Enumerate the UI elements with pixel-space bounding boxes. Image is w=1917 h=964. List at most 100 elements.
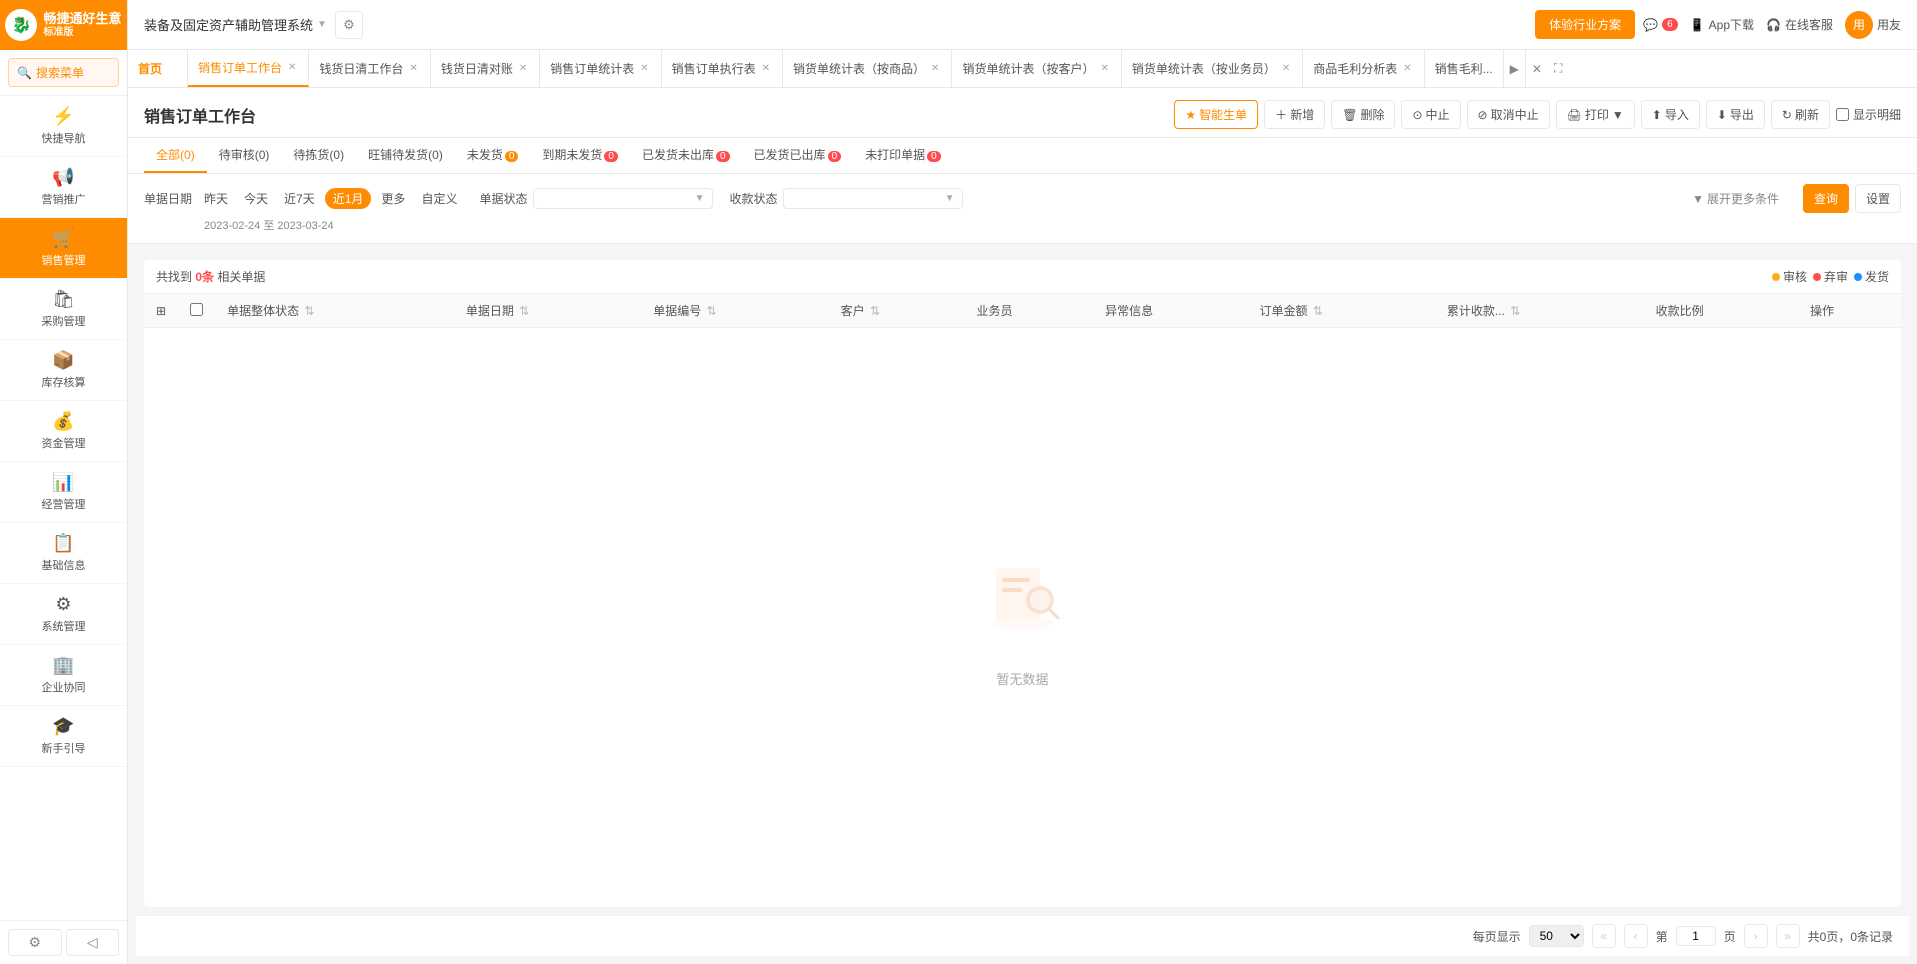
shipped-out-badge: 0	[828, 151, 842, 162]
sort-icon[interactable]: ⇅	[1510, 304, 1520, 318]
sub-tab-not-printed[interactable]: 未打印单据0	[853, 138, 953, 173]
tab-cash-daily[interactable]: 钱货日清工作台 ✕	[309, 50, 430, 87]
sidebar-item-operation[interactable]: 📊 经营管理	[0, 462, 127, 523]
online-service-button[interactable]: 🎧 在线客服	[1766, 16, 1833, 33]
tab-sales-summary-staff[interactable]: 销货单统计表（按业务员） ✕	[1122, 50, 1303, 87]
review-button[interactable]: 审核	[1772, 268, 1807, 285]
user-menu-button[interactable]: 用 用友	[1845, 11, 1901, 39]
select-all-checkbox[interactable]	[190, 303, 203, 316]
sub-tab-pending-pickup[interactable]: 待拣货(0)	[281, 138, 356, 173]
sub-tab-all[interactable]: 全部(0)	[144, 138, 207, 173]
next-page-button[interactable]: ›	[1744, 924, 1768, 948]
tab-sales-workbench[interactable]: 销售订单工作台 ✕	[188, 50, 309, 87]
message-button[interactable]: 💬 6	[1643, 18, 1678, 32]
tab-close-icon[interactable]: ✕	[638, 62, 650, 75]
filter-settings-button[interactable]: 设置	[1855, 184, 1901, 213]
smart-create-button[interactable]: ★ 智能生单	[1174, 100, 1258, 129]
search-menu-button[interactable]: 🔍 搜索菜单	[8, 58, 119, 87]
date-opt-1month[interactable]: 近1月	[325, 188, 372, 209]
tab-sales-summary-product[interactable]: 销货单统计表（按商品） ✕	[783, 50, 952, 87]
sidebar-item-sales[interactable]: 🛒 销售管理	[0, 218, 127, 279]
show-detail-toggle[interactable]: 显示明细	[1836, 106, 1901, 123]
sub-tab-pending-review[interactable]: 待审核(0)	[207, 138, 282, 173]
expand-filter-button[interactable]: ▼ 展开更多条件	[1692, 190, 1779, 207]
sub-tab-shipped-not-out[interactable]: 已发货未出库0	[630, 138, 742, 173]
date-opt-more[interactable]: 更多	[375, 188, 411, 209]
page-input[interactable]	[1676, 926, 1716, 946]
tab-close-icon[interactable]: ✕	[1098, 62, 1110, 75]
app-download-button[interactable]: 📱 App下载	[1690, 16, 1754, 33]
date-opt-7days[interactable]: 近7天	[278, 188, 321, 209]
tab-product-margin[interactable]: 商品毛利分析表 ✕	[1303, 50, 1424, 87]
export-button[interactable]: ⬇ 导出	[1706, 100, 1765, 129]
sidebar-item-guide[interactable]: 🎓 新手引导	[0, 706, 127, 767]
status-select[interactable]: ▼	[533, 188, 713, 209]
tab-close-icon[interactable]: ✕	[760, 62, 772, 75]
date-opt-today[interactable]: 今天	[238, 188, 274, 209]
system-title-dropdown[interactable]: 装备及固定资产辅助管理系统 ▼	[144, 15, 327, 34]
sidebar-item-marketing[interactable]: 📢 营销推广	[0, 157, 127, 218]
sidebar-item-enterprise[interactable]: 🏢 企业协同	[0, 645, 127, 706]
tab-sales-exec[interactable]: 销售订单执行表 ✕	[662, 50, 783, 87]
tab-pin-button[interactable]: ✕	[1526, 50, 1548, 87]
sidebar-item-inventory[interactable]: 📦 库存核算	[0, 340, 127, 401]
delete-button[interactable]: 🗑 删除	[1331, 100, 1395, 129]
per-page-select[interactable]: 50 10 20 100	[1529, 925, 1584, 947]
tab-close-icon[interactable]: ✕	[407, 62, 419, 75]
ship-button[interactable]: 发货	[1854, 268, 1889, 285]
sidebar-item-quick-nav[interactable]: ⚡ 快捷导航	[0, 96, 127, 157]
prev-page-button[interactable]: ‹	[1624, 924, 1648, 948]
tab-sales-more[interactable]: 销售毛利...	[1425, 50, 1504, 87]
sort-icon[interactable]: ⇅	[304, 304, 314, 318]
sidebar-item-purchase[interactable]: 🛍 采购管理	[0, 279, 127, 340]
payment-dropdown-icon: ▼	[945, 193, 955, 204]
print-button[interactable]: 🖨 打印 ▼	[1556, 100, 1635, 129]
last-page-button[interactable]: »	[1776, 924, 1800, 948]
tab-fullscreen-button[interactable]: ⛶	[1548, 50, 1568, 87]
tab-close-icon[interactable]: ✕	[1401, 62, 1413, 75]
payment-select[interactable]: ▼	[783, 188, 963, 209]
sort-icon[interactable]: ⇅	[1313, 304, 1323, 318]
settings-gear-button[interactable]: ⚙	[335, 11, 363, 39]
page-label: 第	[1656, 928, 1668, 945]
message-badge: 6	[1662, 18, 1678, 31]
first-page-button[interactable]: «	[1592, 924, 1616, 948]
tab-cash-reconcile[interactable]: 钱货日清对账 ✕	[431, 50, 540, 87]
inventory-icon: 📦	[52, 350, 74, 371]
tab-close-icon[interactable]: ✕	[1280, 62, 1292, 75]
sidebar-item-label: 快捷导航	[42, 130, 86, 146]
table-scroll-area[interactable]: ⊞ 单据整体状态 ⇅ 单据日期	[144, 294, 1901, 328]
settings-button[interactable]: ⚙	[8, 929, 62, 956]
tab-more-button[interactable]: ▶	[1504, 50, 1526, 87]
date-opt-custom[interactable]: 自定义	[415, 188, 463, 209]
sidebar-item-finance[interactable]: 💰 资金管理	[0, 401, 127, 462]
refresh-button[interactable]: ↻ 刷新	[1771, 100, 1830, 129]
tab-close-icon[interactable]: ✕	[929, 62, 941, 75]
sort-icon[interactable]: ⇅	[870, 304, 880, 318]
sort-icon[interactable]: ⇅	[707, 304, 717, 318]
sub-tab-wangpu-pending[interactable]: 旺铺待发货(0)	[356, 138, 455, 173]
sort-icon[interactable]: ⇅	[519, 304, 529, 318]
sub-tab-not-shipped[interactable]: 未发货0	[455, 138, 531, 173]
tab-home[interactable]: 首页	[128, 50, 188, 87]
tab-close-icon[interactable]: ✕	[517, 62, 529, 75]
show-detail-checkbox[interactable]	[1836, 108, 1849, 121]
column-settings-icon[interactable]: ⊞	[156, 304, 166, 318]
sub-tab-overdue-not-shipped[interactable]: 到期未发货0	[530, 138, 630, 173]
tab-close-icon[interactable]: ✕	[286, 61, 298, 74]
sub-tab-shipped-out[interactable]: 已发货已出库0	[742, 138, 854, 173]
cancel-stop-button[interactable]: ⊘ 取消中止	[1467, 100, 1550, 129]
industry-solution-button[interactable]: 体验行业方案	[1535, 10, 1635, 39]
sidebar-item-system[interactable]: ⚙ 系统管理	[0, 584, 127, 645]
query-button[interactable]: 查询	[1803, 184, 1849, 213]
new-button[interactable]: ＋ 新增	[1264, 100, 1325, 129]
per-page-label: 每页显示	[1473, 928, 1521, 945]
sidebar-item-basic[interactable]: 📋 基础信息	[0, 523, 127, 584]
date-opt-yesterday[interactable]: 昨天	[198, 188, 234, 209]
cancel-review-button[interactable]: 弃审	[1813, 268, 1848, 285]
stop-button[interactable]: ⊙ 中止	[1401, 100, 1460, 129]
tab-sales-stats[interactable]: 销售订单统计表 ✕	[540, 50, 661, 87]
import-button[interactable]: ⬆ 导入	[1641, 100, 1700, 129]
tab-sales-summary-customer[interactable]: 销货单统计表（按客户） ✕	[952, 50, 1121, 87]
collapse-button[interactable]: ◁	[66, 929, 120, 956]
